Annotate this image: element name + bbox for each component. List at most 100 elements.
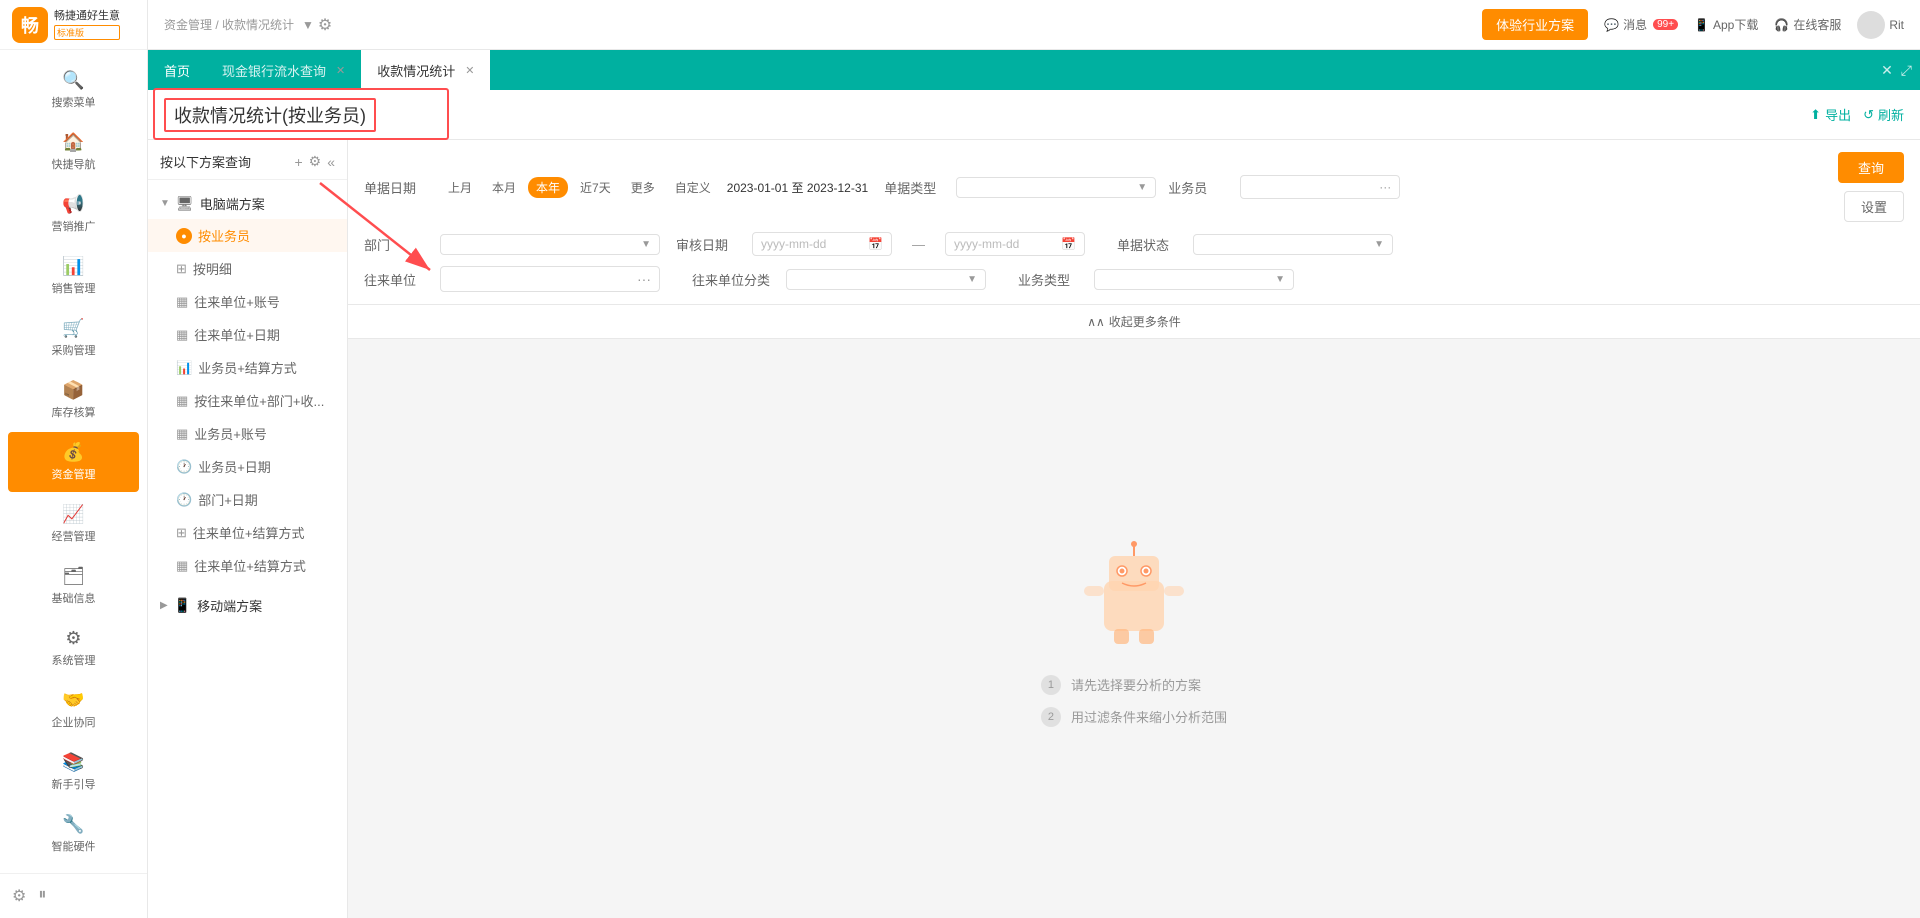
app-download-action[interactable]: 📱 App下载 — [1694, 16, 1758, 33]
bill-type-arrow-icon: ▼ — [1137, 182, 1147, 193]
salesman-label: 业务员 — [1168, 178, 1228, 197]
sidebar-label-operation: 经营管理 — [52, 528, 96, 544]
bank-flow-tab-close-icon[interactable]: ✕ — [336, 64, 345, 77]
collapse-bar[interactable]: ∧∧ 收起更多条件 — [348, 305, 1920, 339]
message-action[interactable]: 💬 消息 99+ — [1604, 16, 1678, 33]
close-window-icon[interactable]: ✕ — [1881, 62, 1893, 79]
date-tab-more[interactable]: 更多 — [623, 177, 663, 198]
topbar-left: 资金管理 / 收款情况统计 ▼ ⚙ — [164, 15, 332, 35]
biz-type-select[interactable]: ▼ — [1094, 269, 1294, 290]
pause-bottom-icon[interactable]: ⏸ — [38, 886, 46, 906]
logo-area: 畅 畅捷通好生意 标准版 — [0, 0, 147, 50]
sidebar-item-basic[interactable]: 🗂 基础信息 — [8, 556, 139, 616]
partner-select[interactable]: ··· — [440, 266, 660, 292]
sidebar-item-quick-nav[interactable]: 🏠 快捷导航 — [8, 122, 139, 182]
sidebar-item-search[interactable]: 🔍 搜索菜单 — [8, 60, 139, 120]
basic-icon: 🗂 — [62, 566, 85, 587]
logo-badge: 标准版 — [54, 25, 120, 40]
date-tab-last-month[interactable]: 上月 — [440, 177, 480, 198]
filter-actions: 查询 设置 — [1838, 152, 1904, 222]
enterprise-icon: 🤝 — [62, 690, 84, 711]
settings-scheme-icon[interactable]: ⚙ — [309, 153, 322, 170]
refresh-label: 刷新 — [1878, 105, 1904, 124]
scheme-item-salesman-account[interactable]: ▦ 业务员+账号 — [148, 417, 347, 450]
scheme-item-partner-date[interactable]: ▦ 往来单位+日期 — [148, 318, 347, 351]
sidebar-item-marketing[interactable]: 📢 营销推广 — [8, 184, 139, 244]
scheme-salesman-label: 按业务员 — [198, 226, 250, 245]
trial-button[interactable]: 体验行业方案 — [1482, 9, 1588, 40]
partner-more-icon[interactable]: ··· — [637, 271, 651, 287]
sidebar-item-sales[interactable]: 📊 销售管理 — [8, 246, 139, 306]
bill-type-label: 单据类型 — [884, 178, 944, 197]
scheme-item-by-mingxi[interactable]: ⊞ 按明细 — [148, 252, 347, 285]
schemes-panel-title: 按以下方案查询 — [160, 152, 251, 171]
tab-home[interactable]: 首页 — [148, 50, 206, 90]
scheme-mingxi-label: 按明细 — [193, 259, 232, 278]
sidebar-item-finance[interactable]: 💰 资金管理 — [8, 432, 139, 492]
dropdown-arrow-icon[interactable]: ▼ — [302, 18, 314, 32]
tab-collection-stats[interactable]: 收款情况统计 ✕ — [361, 50, 490, 90]
partner-category-select[interactable]: ▼ — [786, 269, 986, 290]
sidebar-item-system[interactable]: ⚙ 系统管理 — [8, 618, 139, 678]
bill-status-select[interactable]: ▼ — [1193, 234, 1393, 255]
user-avatar-area[interactable]: Rit — [1857, 11, 1904, 39]
salesman-select[interactable]: ··· — [1240, 175, 1400, 199]
online-service-action[interactable]: 🎧 在线客服 — [1774, 16, 1841, 33]
sidebar-item-wechat[interactable]: 💬 企业微信 — [8, 866, 139, 873]
user-avatar — [1857, 11, 1885, 39]
scheme-salesman-active-icon: ● — [176, 228, 192, 244]
date-tab-this-month[interactable]: 本月 — [484, 177, 524, 198]
scheme-item-partner-dept[interactable]: ▦ 按往来单位+部门+收... — [148, 384, 347, 417]
date-tab-7days[interactable]: 近7天 — [572, 177, 619, 198]
scheme-item-salesman-settlement[interactable]: 📊 业务员+结算方式 — [148, 351, 347, 384]
export-button[interactable]: ⬆ 导出 — [1810, 105, 1851, 124]
tab-bank-flow[interactable]: 现金银行流水查询 ✕ — [206, 50, 361, 90]
collection-stats-tab-close-icon[interactable]: ✕ — [465, 64, 474, 77]
sidebar-item-hardware[interactable]: 🔧 智能硬件 — [8, 804, 139, 864]
review-date-end-icon[interactable]: 📅 — [1061, 237, 1076, 251]
logo-text: 畅捷通好生意 — [54, 9, 120, 23]
mobile-group-header[interactable]: ▶ 📱 移动端方案 — [148, 590, 347, 621]
date-tab-custom[interactable]: 自定义 — [667, 177, 719, 198]
sidebar-item-operation[interactable]: 📈 经营管理 — [8, 494, 139, 554]
add-scheme-icon[interactable]: + — [294, 154, 302, 170]
settings-bottom-icon[interactable]: ⚙ — [12, 886, 26, 906]
sidebar-label-quick-nav: 快捷导航 — [52, 156, 96, 172]
schemes-panel-header: 按以下方案查询 + ⚙ « — [148, 152, 347, 180]
scheme-item-dept-date[interactable]: 🕐 部门+日期 — [148, 483, 347, 516]
topbar-gear-icon[interactable]: ⚙ — [318, 15, 332, 35]
scheme-item-partner-settlement1[interactable]: ⊞ 往来单位+结算方式 — [148, 516, 347, 549]
page-actions: ⬆ 导出 ↺ 刷新 — [1810, 105, 1904, 124]
maximize-window-icon[interactable]: ⤢ — [1901, 62, 1912, 79]
query-button[interactable]: 查询 — [1838, 152, 1904, 183]
sidebar-item-purchase[interactable]: 🛒 采购管理 — [8, 308, 139, 368]
review-date-start-icon[interactable]: 📅 — [868, 237, 883, 251]
review-date-start[interactable]: yyyy-mm-dd 📅 — [752, 232, 892, 256]
scheme-item-partner-settlement2[interactable]: ▦ 往来单位+结算方式 — [148, 549, 347, 582]
sidebar-nav: 🔍 搜索菜单 🏠 快捷导航 📢 营销推广 📊 销售管理 🛒 采购管理 📦 库存核… — [0, 50, 147, 873]
empty-step-2: 2 用过滤条件来缩小分析范围 — [1041, 707, 1227, 727]
scheme-mingxi-icon: ⊞ — [176, 261, 187, 277]
collapse-scheme-icon[interactable]: « — [327, 154, 335, 170]
bill-type-select[interactable]: ▼ — [956, 177, 1156, 198]
finance-icon: 💰 — [62, 442, 84, 463]
refresh-button[interactable]: ↺ 刷新 — [1863, 105, 1904, 124]
scheme-item-by-salesman[interactable]: ● 按业务员 — [148, 219, 347, 252]
scheme-partner-date-label: 往来单位+日期 — [194, 325, 280, 344]
bank-flow-tab-label: 现金银行流水查询 — [222, 61, 326, 80]
content-area: 按以下方案查询 + ⚙ « ▼ 🖥 电脑端方案 ● 按业务员 — [148, 140, 1920, 918]
sidebar-item-enterprise[interactable]: 🤝 企业协同 — [8, 680, 139, 740]
dept-select[interactable]: ▼ — [440, 234, 660, 255]
scheme-item-salesman-date[interactable]: 🕐 业务员+日期 — [148, 450, 347, 483]
pc-group-header[interactable]: ▼ 🖥 电脑端方案 — [148, 188, 347, 219]
sidebar-item-inventory[interactable]: 📦 库存核算 — [8, 370, 139, 430]
scheme-item-partner-account[interactable]: ▦ 往来单位+账号 — [148, 285, 347, 318]
settings-button[interactable]: 设置 — [1844, 191, 1904, 222]
date-tab-this-year[interactable]: 本年 — [528, 177, 568, 198]
pc-group-label: 电脑端方案 — [200, 194, 265, 213]
review-date-end[interactable]: yyyy-mm-dd 📅 — [945, 232, 1085, 256]
sidebar-item-guide[interactable]: 📚 新手引导 — [8, 742, 139, 802]
scheme-partner-settlement2-label: 往来单位+结算方式 — [194, 556, 306, 575]
salesman-more-icon[interactable]: ··· — [1379, 180, 1391, 194]
mobile-group-arrow-icon: ▶ — [160, 600, 168, 611]
